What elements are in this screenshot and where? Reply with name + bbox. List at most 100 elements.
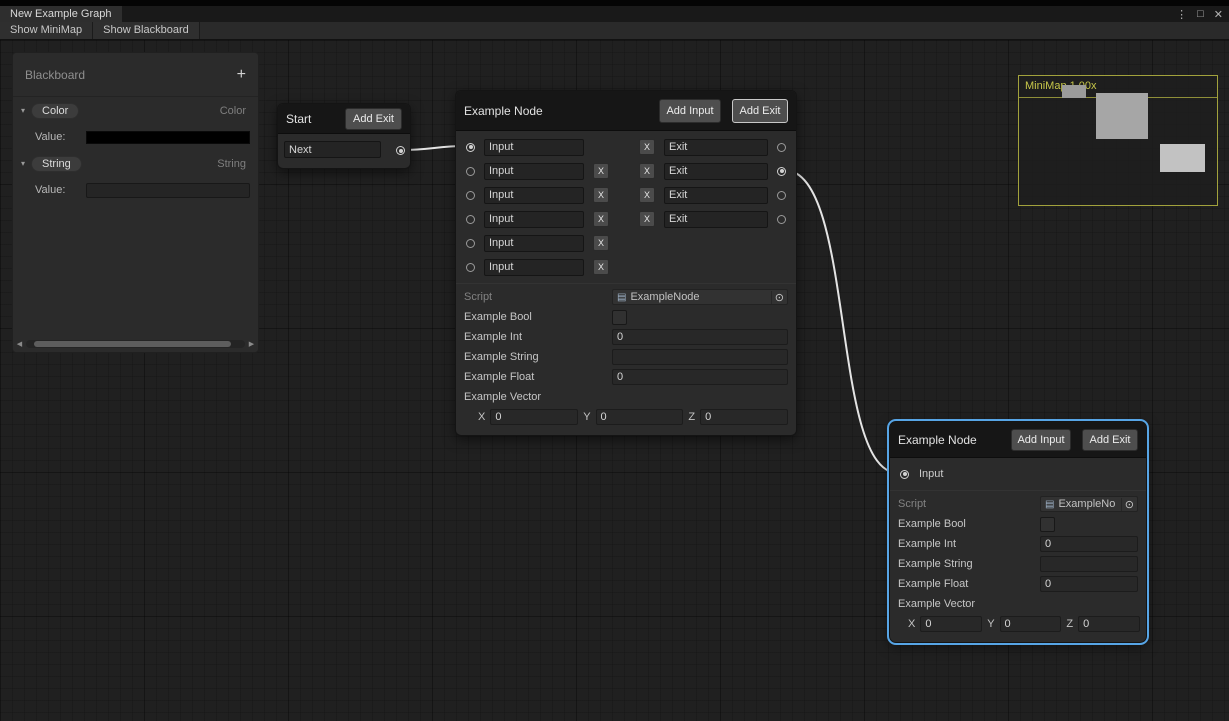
input-name-field[interactable] bbox=[484, 162, 584, 180]
exit-name-field[interactable] bbox=[664, 162, 768, 180]
example-int-input[interactable] bbox=[612, 329, 788, 345]
exit-port[interactable] bbox=[777, 166, 786, 176]
remove-exit-button[interactable]: X bbox=[639, 163, 655, 179]
remove-input-button[interactable]: X bbox=[593, 235, 609, 251]
add-input-button[interactable]: Add Input bbox=[1011, 428, 1071, 451]
input-name-field[interactable] bbox=[484, 186, 584, 204]
node-header[interactable]: Example Node Add Input Add Exit bbox=[456, 91, 796, 131]
minimap-panel[interactable]: MiniMap 1.00x bbox=[1018, 75, 1218, 206]
blackboard-field-pill[interactable]: String bbox=[31, 155, 82, 172]
blackboard-field-color[interactable]: ▾ Color Color bbox=[13, 97, 258, 124]
example-bool-checkbox[interactable] bbox=[1040, 516, 1055, 532]
example-float-input[interactable] bbox=[1040, 576, 1138, 592]
node-header[interactable]: Example Node Add Input Add Exit bbox=[890, 422, 1146, 458]
example-string-input[interactable] bbox=[612, 349, 788, 365]
remove-input-button[interactable]: X bbox=[593, 211, 609, 227]
example-string-input[interactable] bbox=[1040, 556, 1138, 572]
chevron-down-icon[interactable]: ▾ bbox=[21, 159, 25, 168]
exit-name-field[interactable] bbox=[664, 186, 768, 204]
close-icon[interactable]: ✕ bbox=[1214, 8, 1223, 21]
input-port[interactable] bbox=[466, 262, 475, 272]
color-swatch[interactable] bbox=[86, 130, 250, 144]
example-string-row: Example String bbox=[890, 554, 1146, 574]
example-vector-label: Example Vector bbox=[464, 391, 542, 403]
scroll-left-icon[interactable]: ◀ bbox=[15, 340, 24, 348]
example-int-row: Example Int bbox=[890, 534, 1146, 554]
remove-exit-button[interactable]: X bbox=[639, 211, 655, 227]
more-options-icon[interactable]: ⋮ bbox=[1176, 8, 1187, 21]
edge-node1-to-node2[interactable] bbox=[783, 169, 899, 474]
vector-z-label: Z bbox=[1066, 618, 1074, 630]
input-port[interactable] bbox=[466, 214, 475, 224]
chevron-down-icon[interactable]: ▾ bbox=[21, 106, 25, 115]
script-row: Script ▤ ExampleNo ⊙ bbox=[890, 494, 1146, 514]
vector-z-input[interactable] bbox=[1078, 616, 1140, 632]
minimap-node-start[interactable] bbox=[1062, 85, 1086, 98]
exit-name-field[interactable] bbox=[284, 141, 381, 158]
remove-input-button[interactable]: X bbox=[593, 259, 609, 275]
input-name-field[interactable] bbox=[484, 234, 584, 252]
add-input-button[interactable]: Add Input bbox=[659, 98, 721, 123]
port-section: X X X X bbox=[456, 131, 796, 283]
input-port[interactable] bbox=[466, 166, 475, 176]
scroll-right-icon[interactable]: ▶ bbox=[247, 340, 256, 348]
input-port[interactable] bbox=[466, 238, 475, 248]
start-node[interactable]: Start Add Exit bbox=[277, 103, 411, 169]
output-port[interactable] bbox=[396, 146, 405, 155]
blackboard-add-button[interactable]: + bbox=[237, 66, 246, 83]
input-port[interactable] bbox=[900, 469, 909, 479]
string-value-input[interactable] bbox=[86, 182, 250, 198]
object-picker-icon[interactable]: ⊙ bbox=[1120, 497, 1134, 511]
example-float-input[interactable] bbox=[612, 369, 788, 385]
input-port[interactable] bbox=[466, 142, 475, 152]
add-exit-button[interactable]: Add Exit bbox=[345, 107, 402, 130]
input-name-field[interactable] bbox=[484, 138, 584, 156]
add-exit-button[interactable]: Add Exit bbox=[1082, 428, 1138, 451]
exit-port[interactable] bbox=[777, 214, 786, 224]
scrollbar-thumb[interactable] bbox=[34, 341, 231, 347]
remove-input-button[interactable]: X bbox=[593, 187, 609, 203]
remove-input-button[interactable]: X bbox=[593, 163, 609, 179]
add-exit-button[interactable]: Add Exit bbox=[732, 98, 788, 123]
script-object-field[interactable]: ▤ ExampleNo ⊙ bbox=[1040, 496, 1138, 512]
vector-fields-row: X Y Z bbox=[890, 614, 1146, 634]
scrollbar-track[interactable] bbox=[26, 340, 245, 348]
object-picker-icon[interactable]: ⊙ bbox=[770, 290, 784, 304]
remove-exit-button[interactable]: X bbox=[639, 187, 655, 203]
vector-z-input[interactable] bbox=[700, 409, 788, 425]
exit-name-field[interactable] bbox=[664, 138, 768, 156]
vector-x-input[interactable] bbox=[920, 616, 983, 632]
vector-y-input[interactable] bbox=[595, 409, 684, 425]
example-node-1[interactable]: Example Node Add Input Add Exit X X bbox=[455, 90, 797, 436]
input-port-label: Input bbox=[919, 468, 944, 480]
blackboard-field-string[interactable]: ▾ String String bbox=[13, 150, 258, 177]
example-node-2-selected[interactable]: Example Node Add Input Add Exit Input Sc… bbox=[889, 421, 1147, 643]
start-node-header[interactable]: Start Add Exit bbox=[278, 104, 410, 134]
vector-x-input[interactable] bbox=[490, 409, 579, 425]
example-bool-checkbox[interactable] bbox=[612, 309, 627, 325]
example-int-input[interactable] bbox=[1040, 536, 1138, 552]
maximize-icon[interactable]: □ bbox=[1197, 8, 1204, 20]
exit-port[interactable] bbox=[777, 142, 786, 152]
example-float-label: Example Float bbox=[898, 578, 969, 590]
blackboard-field-pill[interactable]: Color bbox=[31, 102, 80, 119]
vector-y-input[interactable] bbox=[999, 616, 1062, 632]
minimap-node-example-2[interactable] bbox=[1160, 144, 1205, 172]
exit-name-field[interactable] bbox=[664, 210, 768, 228]
blackboard-panel[interactable]: Blackboard + ▾ Color Color Value: ▾ Stri… bbox=[12, 52, 259, 353]
tab-new-example-graph[interactable]: New Example Graph bbox=[0, 6, 122, 22]
remove-exit-button[interactable]: X bbox=[639, 139, 655, 155]
minimap-node-example-1[interactable] bbox=[1096, 93, 1148, 139]
input-name-field[interactable] bbox=[484, 258, 584, 276]
input-name-field[interactable] bbox=[484, 210, 584, 228]
exit-port[interactable] bbox=[777, 190, 786, 200]
show-minimap-button[interactable]: Show MiniMap bbox=[0, 22, 94, 39]
example-vector-row: Example Vector bbox=[456, 387, 796, 407]
value-label: Value: bbox=[35, 131, 66, 143]
example-int-label: Example Int bbox=[464, 331, 523, 343]
show-blackboard-button[interactable]: Show Blackboard bbox=[93, 22, 200, 39]
graph-canvas[interactable]: Blackboard + ▾ Color Color Value: ▾ Stri… bbox=[0, 40, 1229, 721]
script-object-field[interactable]: ▤ ExampleNode ⊙ bbox=[612, 289, 788, 305]
blackboard-scrollbar[interactable]: ◀ ▶ bbox=[15, 339, 256, 349]
input-port[interactable] bbox=[466, 190, 475, 200]
